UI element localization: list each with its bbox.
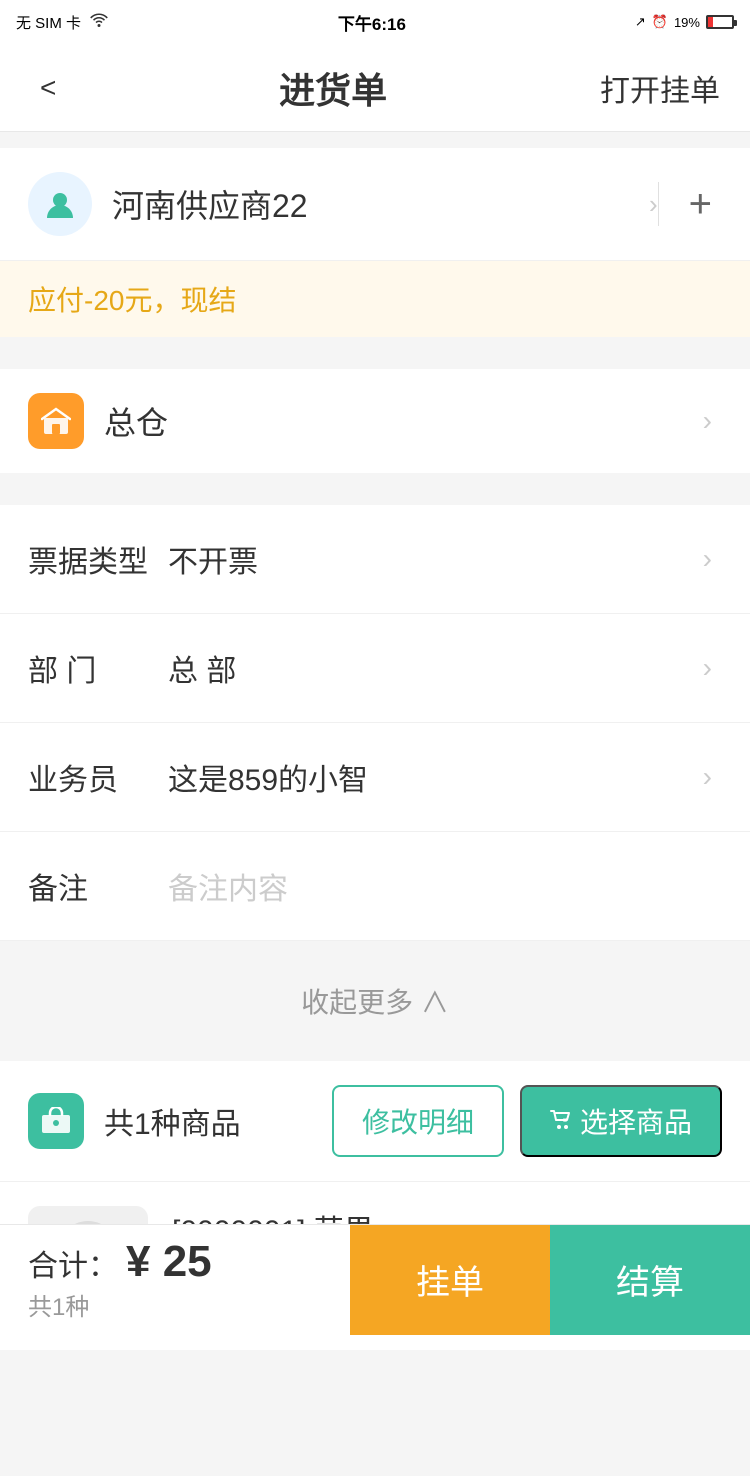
department-row[interactable]: 部 门 总 部 ›	[0, 614, 750, 723]
select-product-button[interactable]: 选择商品	[520, 1085, 722, 1157]
supplier-avatar	[28, 172, 92, 236]
status-time: 下午6:16	[338, 10, 406, 35]
products-header: 共1种商品 修改明细 选择商品	[0, 1061, 750, 1182]
section-divider-3	[0, 489, 750, 505]
products-count: 共1种商品	[104, 1099, 332, 1143]
status-bar: 无 SIM 卡 下午6:16 ↗ ⏰ 19%	[0, 0, 750, 44]
section-divider-2	[0, 353, 750, 369]
hang-button[interactable]: 挂单	[350, 1225, 550, 1335]
open-hang-button[interactable]: 打开挂单	[600, 66, 720, 110]
salesperson-chevron-icon: ›	[703, 761, 712, 793]
collapse-button[interactable]: 收起更多 ∧	[0, 957, 750, 1045]
section-divider-1	[0, 132, 750, 148]
remark-label: 备注	[28, 864, 168, 908]
location-icon: ↗	[635, 14, 646, 30]
invoice-type-chevron-icon: ›	[703, 543, 712, 575]
remark-row[interactable]: 备注 备注内容	[0, 832, 750, 941]
footer: 合计： ¥ 25 共1种 挂单 结算	[0, 1224, 750, 1334]
supplier-chevron-icon: ›	[649, 189, 658, 220]
footer-count: 共1种	[28, 1287, 322, 1322]
department-chevron-icon: ›	[703, 652, 712, 684]
products-icon	[28, 1093, 84, 1149]
battery-text: 19%	[674, 15, 700, 30]
wifi-icon	[89, 13, 109, 31]
warehouse-section: 总仓 ›	[0, 369, 750, 473]
salesperson-label: 业务员	[28, 755, 168, 799]
status-carrier: 无 SIM 卡	[16, 12, 109, 33]
form-section: 票据类型 不开票 › 部 门 总 部 › 业务员 这是859的小智 › 备注 备…	[0, 505, 750, 941]
checkout-button[interactable]: 结算	[550, 1225, 750, 1335]
total-label: 合计：	[28, 1241, 118, 1285]
supplier-notice: 应付-20元，现结	[0, 261, 750, 337]
supplier-divider	[658, 182, 659, 226]
warehouse-chevron-icon: ›	[703, 405, 712, 437]
add-supplier-button[interactable]: +	[679, 182, 722, 227]
warehouse-icon	[28, 393, 84, 449]
edit-detail-button[interactable]: 修改明细	[332, 1085, 504, 1157]
nav-bar: < 进货单 打开挂单	[0, 44, 750, 132]
battery-icon	[706, 15, 734, 29]
page-title: 进货单	[279, 62, 387, 114]
warehouse-row[interactable]: 总仓 ›	[0, 369, 750, 473]
supplier-section: 河南供应商22 › + 应付-20元，现结	[0, 148, 750, 337]
select-product-label: 选择商品	[580, 1101, 692, 1141]
department-label: 部 门	[28, 646, 168, 690]
alarm-icon: ⏰	[652, 14, 668, 30]
salesperson-row[interactable]: 业务员 这是859的小智 ›	[0, 723, 750, 832]
footer-total: 合计： ¥ 25 共1种	[0, 1237, 350, 1322]
salesperson-value: 这是859的小智	[168, 755, 703, 799]
invoice-type-label: 票据类型	[28, 537, 168, 581]
total-amount: ¥ 25	[126, 1237, 212, 1287]
footer-spacer	[0, 1366, 750, 1476]
invoice-type-value: 不开票	[168, 537, 703, 581]
supplier-row[interactable]: 河南供应商22 › +	[0, 148, 750, 261]
back-button[interactable]: <	[30, 62, 66, 114]
footer-total-main: 合计： ¥ 25	[28, 1237, 322, 1287]
remark-placeholder[interactable]: 备注内容	[168, 864, 722, 908]
carrier-text: 无 SIM 卡	[16, 12, 81, 33]
status-indicators: ↗ ⏰ 19%	[635, 14, 734, 30]
supplier-name: 河南供应商22	[112, 181, 649, 227]
cart-icon	[550, 1105, 572, 1137]
invoice-type-row[interactable]: 票据类型 不开票 ›	[0, 505, 750, 614]
department-value: 总 部	[168, 646, 703, 690]
warehouse-name: 总仓	[104, 398, 703, 444]
